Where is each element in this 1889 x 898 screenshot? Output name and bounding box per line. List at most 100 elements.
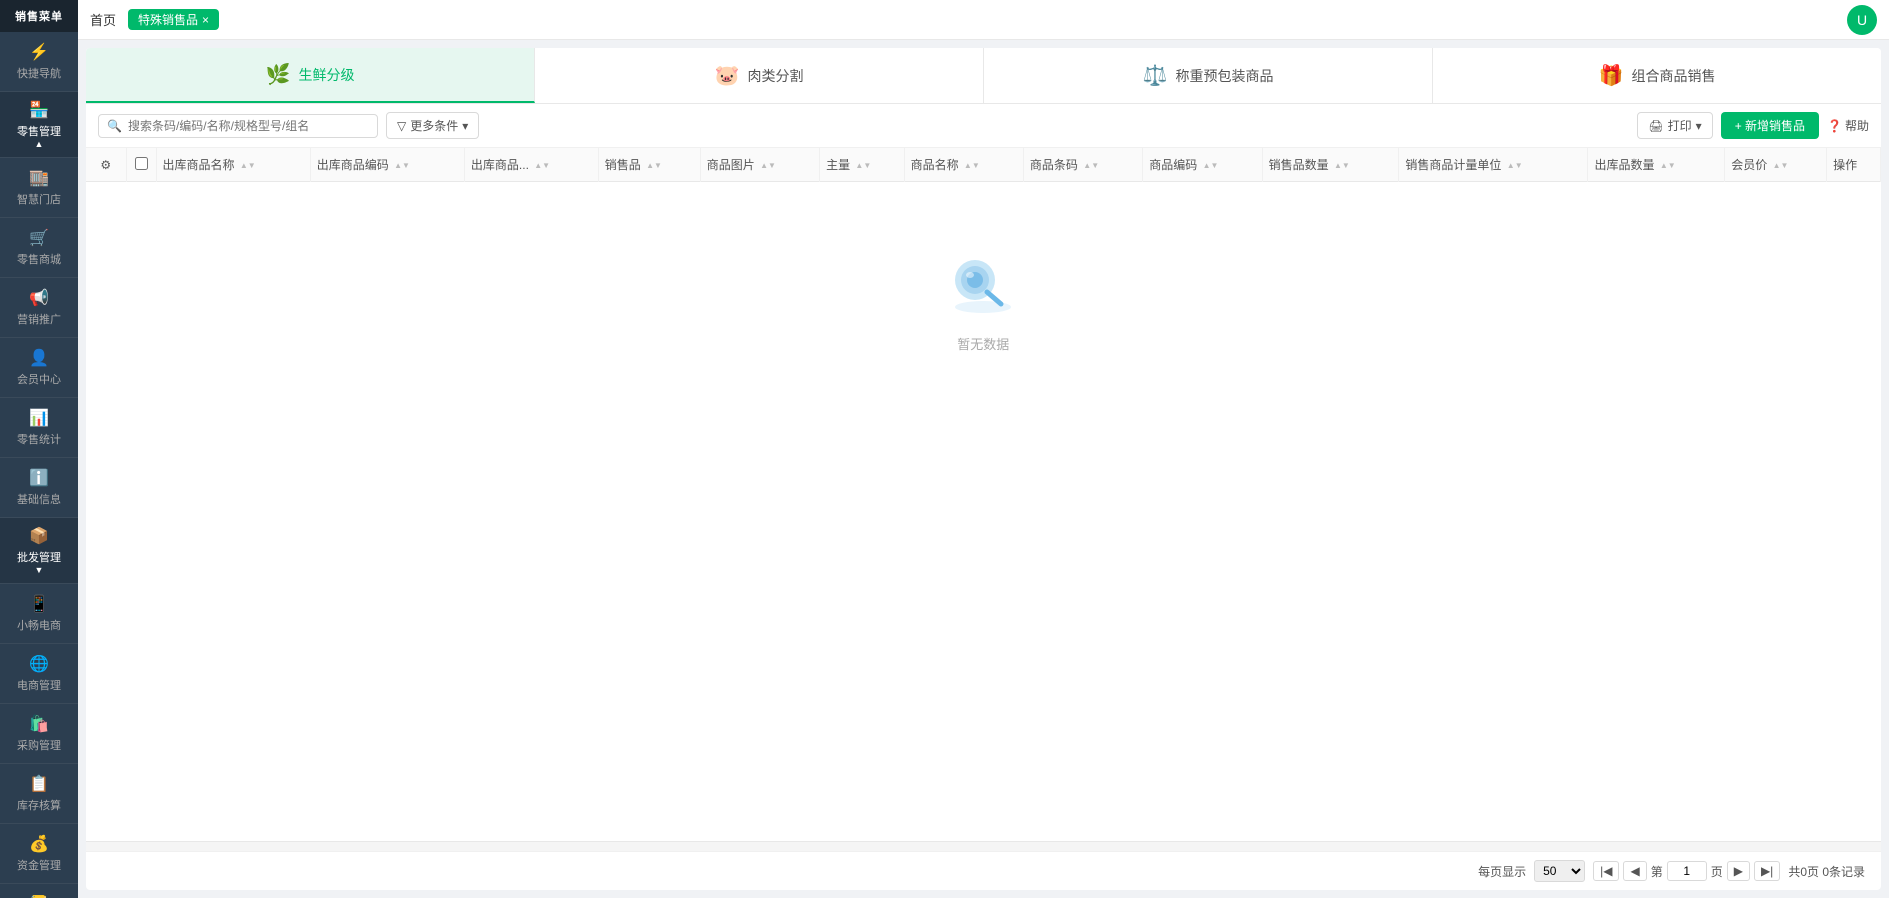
- tab-fresh-grade[interactable]: 🌿 生鲜分级: [86, 48, 535, 103]
- col-out-code[interactable]: 出库商品编码 ▲▼: [310, 148, 464, 182]
- wholesale-mgmt-icon: 📦: [29, 526, 49, 546]
- page-label: 第: [1651, 863, 1663, 880]
- sidebar-item-ecomm-mgmt[interactable]: 🌐 电商管理: [0, 644, 78, 704]
- col-settings[interactable]: ⚙: [86, 148, 126, 182]
- basic-info-icon: ℹ️: [29, 468, 49, 488]
- print-label: 打印: [1668, 117, 1692, 134]
- sort-icon: ▲▼: [1773, 161, 1789, 170]
- chevron-down-icon: ▼: [35, 565, 44, 575]
- add-label: + 新增销售品: [1735, 117, 1805, 134]
- sort-icon: ▲▼: [1203, 161, 1219, 170]
- combo-sales-icon: 🎁: [1599, 63, 1624, 88]
- print-button[interactable]: 🖨 打印 ▾: [1637, 112, 1712, 139]
- sidebar-item-label: 零售管理: [17, 123, 61, 139]
- col-action: 操作: [1827, 148, 1881, 182]
- sidebar-item-sales-promo[interactable]: 📢 营销推广: [0, 278, 78, 338]
- sidebar-item-retail-mall[interactable]: 🛒 零售商城: [0, 218, 78, 278]
- col-out-spec[interactable]: 出库商品... ▲▼: [464, 148, 598, 182]
- sidebar-item-basic-info[interactable]: ℹ️ 基础信息: [0, 458, 78, 518]
- sidebar-logo: 销售菜单: [0, 0, 78, 32]
- sidebar-item-label: 电商管理: [17, 677, 61, 693]
- sidebar: 销售菜单 ⚡ 快捷导航 🏪 零售管理 ▲ 🏬 智慧门店 🛒 零售商城 📢 营销推…: [0, 0, 78, 898]
- col-sales-qty[interactable]: 销售品数量 ▲▼: [1262, 148, 1399, 182]
- col-sales-unit[interactable]: 销售商品计量单位 ▲▼: [1399, 148, 1588, 182]
- sort-icon: ▲▼: [1334, 161, 1350, 170]
- sidebar-item-label: 基础信息: [17, 491, 61, 507]
- col-product-img[interactable]: 商品图片 ▲▼: [700, 148, 819, 182]
- col-checkbox[interactable]: [126, 148, 156, 182]
- per-page-select[interactable]: 50 10 20 100: [1534, 860, 1585, 882]
- topbar: 首页 特殊销售品 × U: [78, 0, 1889, 40]
- col-out-name[interactable]: 出库商品名称 ▲▼: [156, 148, 310, 182]
- print-icon: 🖨: [1648, 119, 1663, 133]
- next-page-button[interactable]: ▶: [1727, 861, 1750, 881]
- sidebar-item-label: 会员中心: [17, 371, 61, 387]
- sort-icon: ▲▼: [855, 161, 871, 170]
- sidebar-item-member-center[interactable]: 👤 会员中心: [0, 338, 78, 398]
- sidebar-item-mini-ecomm[interactable]: 📱 小畅电商: [0, 584, 78, 644]
- search-box[interactable]: 🔍: [98, 114, 378, 138]
- sidebar-item-label: 智慧门店: [17, 191, 61, 207]
- total-records: 共0页 0条记录: [1788, 863, 1865, 880]
- col-product-name[interactable]: 商品名称 ▲▼: [904, 148, 1023, 182]
- ecomm-mgmt-icon: 🌐: [29, 654, 49, 674]
- home-link[interactable]: 首页: [90, 10, 116, 29]
- search-icon: 🔍: [107, 119, 122, 133]
- sales-promo-icon: 📢: [29, 288, 49, 308]
- retail-mall-icon: 🛒: [29, 228, 49, 248]
- sidebar-item-finance-mgmt[interactable]: 💰 资金管理: [0, 824, 78, 884]
- sort-icon: ▲▼: [240, 161, 256, 170]
- sort-icon: ▲▼: [534, 161, 550, 170]
- tab-label: 生鲜分级: [298, 65, 354, 85]
- tab-meat-cut[interactable]: 🐷 肉类分割: [535, 48, 984, 103]
- member-center-icon: 👤: [29, 348, 49, 368]
- add-button[interactable]: + 新增销售品: [1721, 112, 1819, 139]
- first-page-button[interactable]: |◀: [1593, 861, 1619, 881]
- finance-mgmt-icon: 💰: [29, 834, 49, 854]
- horizontal-scrollbar[interactable]: [86, 841, 1881, 851]
- quick-nav-icon: ⚡: [29, 42, 49, 62]
- settings-icon[interactable]: ⚙: [100, 158, 111, 172]
- sidebar-item-smart-store[interactable]: 🏬 智慧门店: [0, 158, 78, 218]
- sidebar-item-retail-stats[interactable]: 📊 零售统计: [0, 398, 78, 458]
- chevron-down-icon: ▲: [35, 139, 44, 149]
- prev-page-button[interactable]: ◀: [1623, 861, 1646, 881]
- breadcrumb: 首页 特殊销售品 ×: [90, 9, 219, 30]
- avatar[interactable]: U: [1847, 5, 1877, 35]
- search-input[interactable]: [128, 119, 369, 133]
- pagination-nav: |◀ ◀ 第 页 ▶ ▶|: [1593, 861, 1780, 881]
- sidebar-item-wholesale-mgmt[interactable]: 📦 批发管理 ▼: [0, 518, 78, 584]
- col-member-price[interactable]: 会员价 ▲▼: [1725, 148, 1827, 182]
- col-main-weight[interactable]: 主量 ▲▼: [820, 148, 905, 182]
- toolbar: 🔍 ▽ 更多条件 ▾ 🖨 打印 ▾ + 新增销售品 ❓ 帮助: [86, 104, 1881, 148]
- close-tab-button[interactable]: ×: [202, 13, 209, 27]
- col-product-code2[interactable]: 商品编码 ▲▼: [1143, 148, 1262, 182]
- content-panel: 🌿 生鲜分级 🐷 肉类分割 ⚖️ 称重预包装商品 🎁 组合商品销售 🔍: [86, 48, 1881, 890]
- select-all-checkbox[interactable]: [135, 157, 148, 170]
- col-barcode[interactable]: 商品条码 ▲▼: [1023, 148, 1142, 182]
- sidebar-item-retail-mgmt[interactable]: 🏪 零售管理 ▲: [0, 92, 78, 158]
- current-tab-tag[interactable]: 特殊销售品 ×: [128, 9, 219, 30]
- col-sales-item[interactable]: 销售品 ▲▼: [598, 148, 700, 182]
- tab-label: 称重预包装商品: [1175, 66, 1273, 86]
- sidebar-item-general-ledger[interactable]: 📒 总账管理: [0, 884, 78, 898]
- sidebar-item-label: 采购管理: [17, 737, 61, 753]
- per-page-label: 每页显示: [1478, 863, 1526, 880]
- general-ledger-icon: 📒: [29, 894, 49, 898]
- page-input[interactable]: [1667, 861, 1707, 881]
- col-out-qty[interactable]: 出库品数量 ▲▼: [1588, 148, 1725, 182]
- data-table: ⚙ 出库商品名称 ▲▼ 出库商品编码 ▲▼: [86, 148, 1881, 413]
- sort-icon: ▲▼: [1660, 161, 1676, 170]
- last-page-button[interactable]: ▶|: [1754, 861, 1780, 881]
- tab-combo-sales[interactable]: 🎁 组合商品销售: [1433, 48, 1881, 103]
- tab-weight-pack[interactable]: ⚖️ 称重预包装商品: [984, 48, 1433, 103]
- meat-cut-icon: 🐷: [715, 63, 740, 88]
- sidebar-item-inventory[interactable]: 📋 库存核算: [0, 764, 78, 824]
- sidebar-item-purchase-mgmt[interactable]: 🛍️ 采购管理: [0, 704, 78, 764]
- filter-button[interactable]: ▽ 更多条件 ▾: [386, 112, 479, 139]
- smart-store-icon: 🏬: [29, 168, 49, 188]
- help-button[interactable]: ❓ 帮助: [1827, 117, 1869, 134]
- sidebar-item-label: 批发管理: [17, 549, 61, 565]
- sidebar-item-quick-nav[interactable]: ⚡ 快捷导航: [0, 32, 78, 92]
- tab-label: 组合商品销售: [1631, 66, 1715, 86]
